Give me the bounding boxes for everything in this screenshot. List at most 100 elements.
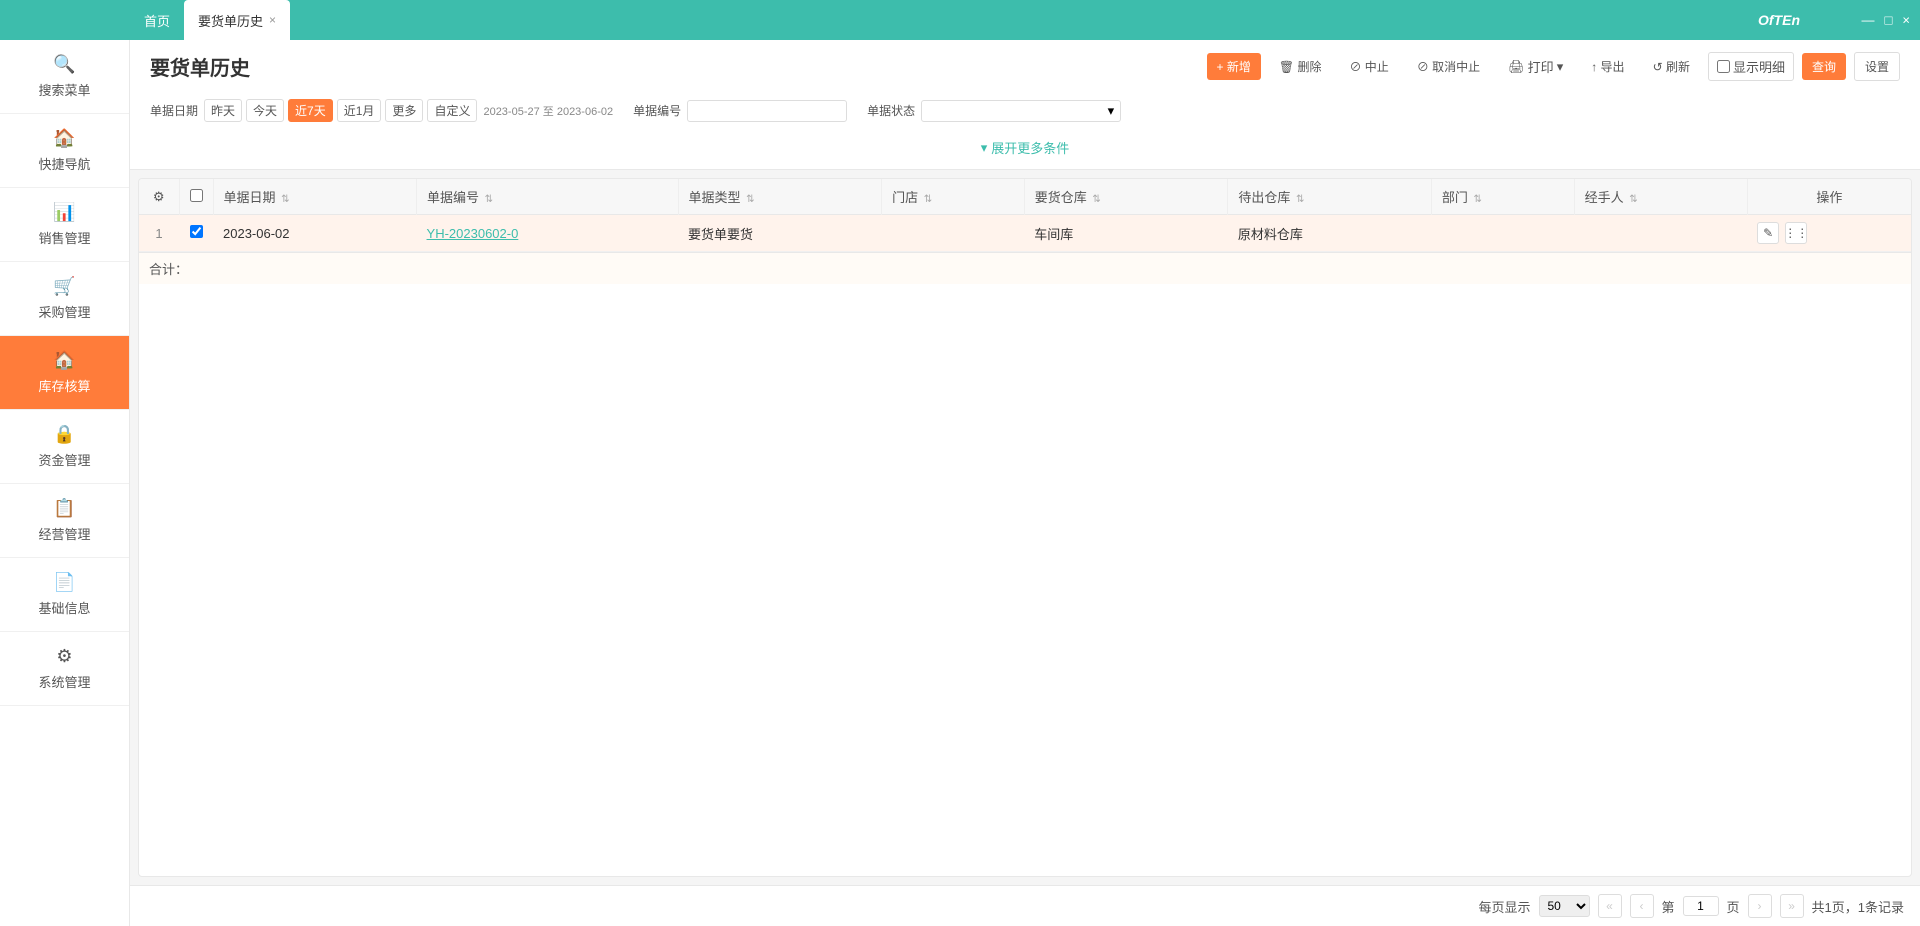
sort-date-icon[interactable]: ⇅ [281,194,289,205]
sidebar-label-sales: 销售管理 [38,228,90,247]
sort-req-warehouse-icon[interactable]: ⇅ [1092,194,1100,205]
close-window-icon[interactable]: × [1902,13,1910,28]
maximize-icon[interactable]: □ [1885,13,1893,28]
status-select[interactable]: ▾ [921,100,1121,122]
tab-history[interactable]: 要货单历史 × [184,0,290,40]
sidebar-label-search: 搜索菜单 [38,80,90,99]
row-no[interactable]: YH-20230602-0 [417,215,679,252]
sort-handler-icon[interactable]: ⇅ [1629,194,1637,205]
next-page-button[interactable]: › [1748,894,1772,918]
row-date: 2023-06-02 [213,215,417,252]
row-no-link[interactable]: YH-20230602-0 [427,226,519,241]
th-settings[interactable]: ⚙ [139,179,179,215]
data-table: ⚙ 单据日期 ⇅ 单据编号 ⇅ 单据类型 ⇅ 门店 ⇅ 要货仓库 ⇅ 待出仓库 … [139,179,1911,252]
display-detail-button[interactable]: 显示明细 [1708,52,1794,81]
minimize-icon[interactable]: — [1862,13,1875,28]
sidebar-label-basic: 基础信息 [38,598,90,617]
settings-button[interactable]: 设置 [1854,52,1900,81]
sidebar-item-sales[interactable]: 📊 销售管理 [0,188,129,262]
query-button[interactable]: 查询 [1802,53,1846,80]
row-num: 1 [139,215,179,252]
row-req-warehouse: 车间库 [1024,215,1228,252]
date-filter-group: 单据日期 昨天 今天 近7天 近1月 更多 自定义 2023-05-27 至 2… [150,99,613,122]
date-btn-yesterday[interactable]: 昨天 [204,99,242,122]
stop-button[interactable]: ⊘ 中止 [1339,53,1398,80]
th-store: 门店 ⇅ [882,179,1025,215]
lock-icon: 🔒 [53,424,75,445]
sidebar-item-shortcut[interactable]: 🏠 快捷导航 [0,114,129,188]
expand-label: 展开更多条件 [991,138,1069,157]
per-page-label: 每页显示 [1478,897,1530,916]
sidebar-item-inventory[interactable]: 🏠 库存核算 [0,336,129,410]
first-page-button[interactable]: « [1598,894,1622,918]
print-button[interactable]: 🖨 打印 ▾ [1498,52,1573,81]
date-btn-custom[interactable]: 自定义 [427,99,477,122]
total-records: 共1页，1条记录 [1812,897,1904,916]
page-header: 要货单历史 + 新增 🗑 删除 ⊘ 中止 ⊘ 取消中止 🖨 打印 ▾ ↑ 导出 … [130,40,1920,170]
sidebar: 🔍 搜索菜单 🏠 快捷导航 📊 销售管理 🛒 采购管理 🏠 库存核算 🔒 资金管… [0,40,130,926]
delete-button[interactable]: 🗑 删除 [1269,53,1332,80]
date-btn-last7[interactable]: 近7天 [288,99,333,122]
display-detail-checkbox[interactable] [1717,60,1730,73]
tab-close-icon[interactable]: × [269,13,276,27]
page-label: 第 [1662,897,1675,916]
sidebar-item-operation[interactable]: 📋 经营管理 [0,484,129,558]
sidebar-label-system: 系统管理 [38,672,90,691]
last-page-button[interactable]: » [1780,894,1804,918]
per-page-select[interactable]: 50 100 200 [1539,895,1590,917]
sort-pending-warehouse-icon[interactable]: ⇅ [1296,194,1304,205]
row-checkbox-cell[interactable] [179,215,213,252]
sidebar-item-finance[interactable]: 🔒 资金管理 [0,410,129,484]
pagination-bar: 每页显示 50 100 200 « ‹ 第 1 页 › » 共1页，1条记录 [130,885,1920,926]
sidebar-label-inventory: 库存核算 [38,376,90,395]
row-store [882,215,1025,252]
main-layout: 🔍 搜索菜单 🏠 快捷导航 📊 销售管理 🛒 采购管理 🏠 库存核算 🔒 资金管… [0,40,1920,926]
print-label: 打印 [1528,57,1554,76]
window-controls: — □ × [1862,13,1910,28]
tab-history-label: 要货单历史 [198,11,263,30]
date-filter-label: 单据日期 [150,102,198,119]
sort-no-icon[interactable]: ⇅ [485,194,493,205]
date-btn-more[interactable]: 更多 [385,99,423,122]
gear-icon: ⚙ [56,646,72,667]
sort-dept-icon[interactable]: ⇅ [1473,194,1481,205]
export-button[interactable]: ↑ 导出 [1581,53,1634,80]
sort-store-icon[interactable]: ⇅ [924,194,932,205]
content-area: 要货单历史 + 新增 🗑 删除 ⊘ 中止 ⊘ 取消中止 🖨 打印 ▾ ↑ 导出 … [130,40,1920,926]
select-all-checkbox[interactable] [190,189,203,202]
sidebar-item-search[interactable]: 🔍 搜索菜单 [0,40,129,114]
row-dept [1431,215,1574,252]
th-type: 单据类型 ⇅ [678,179,882,215]
sidebar-item-system[interactable]: ⚙ 系统管理 [0,632,129,706]
status-filter-group: 单据状态 ▾ [867,100,1121,122]
date-btn-today[interactable]: 今天 [246,99,284,122]
sidebar-item-basic[interactable]: 📄 基础信息 [0,558,129,632]
prev-page-button[interactable]: ‹ [1630,894,1654,918]
table-body: 1 2023-06-02 YH-20230602-0 要货单要货 车间库 原材料… [139,215,1911,252]
tab-home[interactable]: 首页 [130,0,184,40]
row-checkbox[interactable] [190,225,203,238]
sidebar-item-purchase[interactable]: 🛒 采购管理 [0,262,129,336]
refresh-button[interactable]: ↺ 刷新 [1643,53,1700,80]
th-checkbox[interactable] [179,179,213,215]
toolbar: + 新增 🗑 删除 ⊘ 中止 ⊘ 取消中止 🖨 打印 ▾ ↑ 导出 ↺ 刷新 显… [1207,52,1900,81]
row-edit-icon[interactable]: ✎ [1757,222,1779,244]
billno-input[interactable] [687,100,847,122]
sidebar-label-finance: 资金管理 [38,450,90,469]
row-detail-icon[interactable]: ⋮⋮ [1785,222,1807,244]
page-title-row: 要货单历史 + 新增 🗑 删除 ⊘ 中止 ⊘ 取消中止 🖨 打印 ▾ ↑ 导出 … [150,52,1900,81]
new-button[interactable]: + 新增 [1207,53,1261,80]
page-number-input[interactable]: 1 [1683,896,1719,916]
date-btn-last1m[interactable]: 近1月 [337,99,382,122]
inventory-icon: 🏠 [53,350,75,371]
top-bar: 首页 要货单历史 × OfTEn — □ × [0,0,1920,40]
th-date: 单据日期 ⇅ [213,179,417,215]
th-dept: 部门 ⇅ [1431,179,1574,215]
sidebar-label-purchase: 采购管理 [38,302,90,321]
cart-icon: 🛒 [53,276,75,297]
brand-logo: OfTEn [1758,12,1800,28]
row-action: ✎ ⋮⋮ [1747,215,1911,252]
cancel-stop-button[interactable]: ⊘ 取消中止 [1407,53,1490,80]
expand-filter-button[interactable]: ▾ 展开更多条件 [981,134,1070,161]
sort-type-icon[interactable]: ⇅ [746,194,754,205]
